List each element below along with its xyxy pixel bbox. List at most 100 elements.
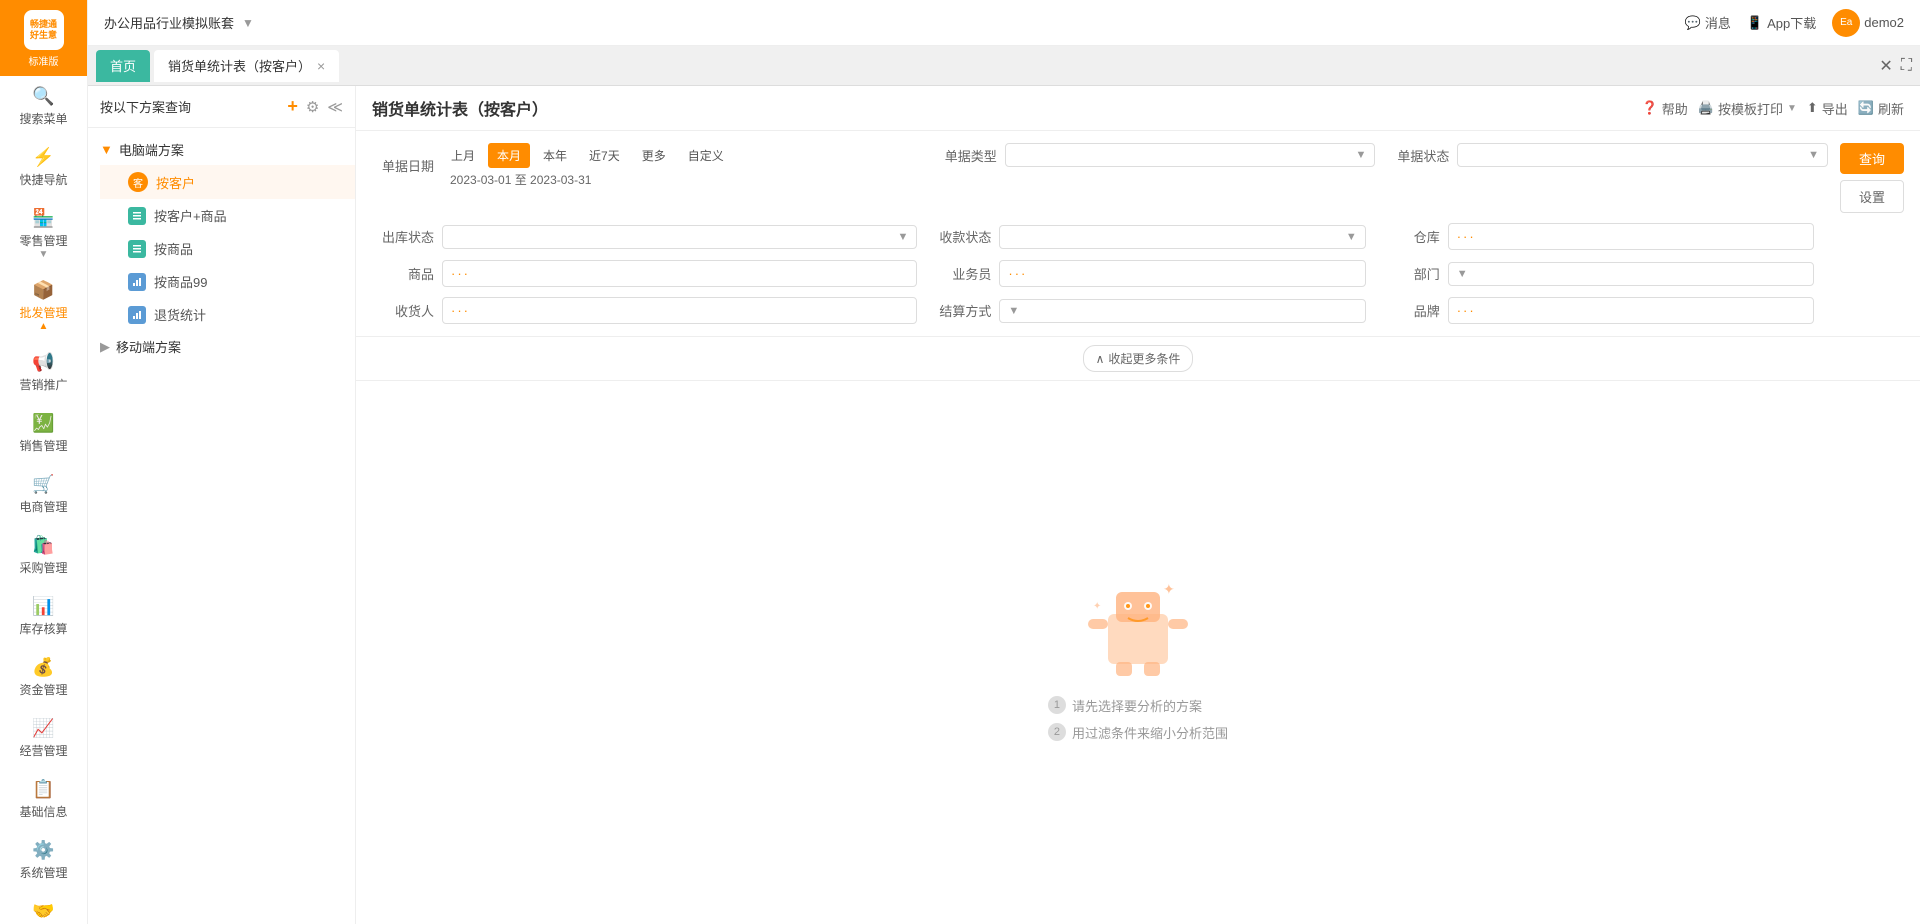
logo-icon: 畅捷通好生意 — [24, 10, 64, 50]
user-avatar-btn[interactable]: Ea demo2 — [1832, 9, 1904, 37]
empty-state: ✦ ✦ 1 请先选择要分析的方案 2 用过滤条件来缩小分析范围 — [356, 381, 1920, 924]
query-buttons: 查询 设置 — [1840, 143, 1904, 213]
close-tab-icon[interactable]: × — [317, 58, 325, 74]
message-icon: 💬 — [1685, 15, 1701, 31]
date-tab-last-7days[interactable]: 近7天 — [580, 143, 629, 168]
out-status-label: 出库状态 — [372, 227, 442, 246]
export-btn[interactable]: ⬆ 导出 — [1807, 99, 1848, 118]
filter-row-1: 单据日期 上月 本月 本年 近7天 更多 自定义 2023-03-01 至 20… — [372, 143, 1904, 213]
sidebar-item-basic[interactable]: 📋 基础信息 — [0, 769, 87, 830]
date-tab-this-month[interactable]: 本月 — [488, 143, 530, 168]
sidebar-item-wholesale[interactable]: 📦 批发管理 ▲ — [0, 270, 87, 342]
tree-group-mobile: ▶ 移动端方案 — [88, 331, 355, 362]
desktop-group-label: 电脑端方案 — [119, 140, 184, 159]
salesperson-label: 业务员 — [929, 264, 999, 283]
tab-home[interactable]: 首页 — [96, 50, 150, 82]
goods-select[interactable]: ··· — [442, 260, 917, 287]
doc-status-label: 单据状态 — [1387, 146, 1457, 165]
collapse-panel-btn[interactable]: ≪ — [327, 98, 343, 116]
date-label: 单据日期 — [372, 156, 442, 175]
tree-item-by-goods-99[interactable]: 按商品99 — [100, 265, 355, 298]
sidebar-item-shortcut[interactable]: ⚡ 快捷导航 — [0, 137, 87, 198]
left-panel-header: 按以下方案查询 + ⚙ ≪ — [88, 86, 355, 128]
query-btn[interactable]: 查询 — [1840, 143, 1904, 174]
empty-tip-2: 2 用过滤条件来缩小分析范围 — [1048, 723, 1228, 742]
add-scheme-btn[interactable]: + — [287, 96, 298, 117]
app-logo[interactable]: 畅捷通好生意 标准版 — [0, 0, 87, 76]
top-header: 办公用品行业模拟账套 ▼ 💬 消息 📱 App下载 Ea demo2 — [88, 0, 1920, 46]
empty-tip-1: 1 请先选择要分析的方案 — [1048, 696, 1228, 715]
tree-item-by-customer[interactable]: 客 按客户 — [100, 165, 355, 199]
settings-btn[interactable]: 设置 — [1840, 180, 1904, 213]
out-status-chevron: ▼ — [898, 231, 909, 243]
tree-expand-icon: ▼ — [100, 142, 113, 157]
by-customer-goods-icon — [128, 207, 146, 225]
tab-home-label: 首页 — [110, 56, 136, 75]
sidebar-item-inventory[interactable]: 📊 库存核算 — [0, 586, 87, 647]
maximize-btn[interactable]: ⛶ — [1901, 57, 1912, 75]
brand-label: 品牌 — [1378, 301, 1448, 320]
wholesale-arrow: ▲ — [39, 321, 49, 332]
tab-report[interactable]: 销货单统计表（按客户） × — [154, 50, 339, 82]
tree-item-by-customer-goods[interactable]: 按客户+商品 — [100, 199, 355, 232]
settings-scheme-btn[interactable]: ⚙ — [306, 98, 319, 116]
sales-icon: 💹 — [32, 413, 54, 434]
date-tab-custom[interactable]: 自定义 — [679, 143, 733, 168]
marketing-icon: 📢 — [32, 352, 54, 373]
warehouse-select[interactable]: ··· — [1448, 223, 1814, 250]
sidebar-item-system[interactable]: ⚙️ 系统管理 — [0, 830, 87, 891]
payment-status-select[interactable]: ▼ — [999, 225, 1365, 249]
header-left: 办公用品行业模拟账套 ▼ — [104, 13, 254, 32]
doc-status-select[interactable]: ▼ — [1457, 143, 1828, 167]
close-window-btn[interactable]: ✕ — [1879, 56, 1892, 76]
header-right: 💬 消息 📱 App下载 Ea demo2 — [1685, 9, 1904, 37]
print-btn[interactable]: 🖨️ 按模板打印 ▼ — [1698, 99, 1797, 118]
by-goods-99-icon — [128, 273, 146, 291]
sidebar-item-purchase[interactable]: 🛍️ 采购管理 — [0, 525, 87, 586]
settlement-select[interactable]: ▼ — [999, 299, 1365, 323]
date-tab-more[interactable]: 更多 — [633, 143, 675, 168]
tip-num-1: 1 — [1048, 696, 1066, 714]
filter-area: 单据日期 上月 本月 本年 近7天 更多 自定义 2023-03-01 至 20… — [356, 131, 1920, 337]
sidebar-item-retail[interactable]: 🏪 零售管理 ▼ — [0, 198, 87, 270]
inventory-icon: 📊 — [32, 596, 54, 617]
collapse-btn[interactable]: ∧ 收起更多条件 — [1083, 345, 1194, 372]
sidebar-item-enterprise[interactable]: 🤝 企业协同 — [0, 891, 87, 924]
content-area: 按以下方案查询 + ⚙ ≪ ▼ 电脑端方案 客 按客户 — [88, 86, 1920, 924]
message-btn[interactable]: 💬 消息 — [1685, 13, 1731, 32]
filter-settlement-group: 结算方式 ▼ — [929, 299, 1365, 323]
tree-group-mobile-header[interactable]: ▶ 移动端方案 — [88, 331, 355, 362]
doc-type-select[interactable]: ▼ — [1005, 143, 1376, 167]
help-btn[interactable]: ❓ 帮助 — [1642, 99, 1688, 118]
refresh-icon: 🔄 — [1858, 100, 1874, 116]
sidebar-item-operations[interactable]: 📈 经营管理 — [0, 708, 87, 769]
doc-type-label: 单据类型 — [935, 146, 1005, 165]
sidebar-item-finance[interactable]: 💰 资金管理 — [0, 647, 87, 708]
print-dropdown-icon[interactable]: ▼ — [1787, 103, 1797, 114]
print-icon: 🖨️ — [1698, 100, 1714, 116]
out-status-select[interactable]: ▼ — [442, 225, 917, 249]
brand-select[interactable]: ··· — [1448, 297, 1814, 324]
consignee-select[interactable]: ··· — [442, 297, 917, 324]
refresh-btn[interactable]: 🔄 刷新 — [1858, 99, 1904, 118]
salesperson-select[interactable]: ··· — [999, 260, 1365, 287]
sidebar-item-marketing[interactable]: 📢 营销推广 — [0, 342, 87, 403]
tree-item-return-stats[interactable]: 退货统计 — [100, 298, 355, 331]
left-panel: 按以下方案查询 + ⚙ ≪ ▼ 电脑端方案 客 按客户 — [88, 86, 356, 924]
sidebar-item-search[interactable]: 🔍 搜索菜单 — [0, 76, 87, 137]
header-dropdown-arrow[interactable]: ▼ — [242, 16, 254, 30]
department-select[interactable]: ▼ — [1448, 262, 1814, 286]
app-download-btn[interactable]: 📱 App下载 — [1747, 13, 1816, 32]
payment-status-chevron: ▼ — [1346, 231, 1357, 243]
date-tab-this-year[interactable]: 本年 — [534, 143, 576, 168]
filter-consignee-group: 收货人 ··· — [372, 297, 917, 324]
tab-bar: 首页 销货单统计表（按客户） × ✕ ⛶ — [88, 46, 1920, 86]
consignee-label: 收货人 — [372, 301, 442, 320]
department-label: 部门 — [1378, 264, 1448, 283]
tree-item-by-goods[interactable]: 按商品 — [100, 232, 355, 265]
date-tab-last-month[interactable]: 上月 — [442, 143, 484, 168]
tree-group-desktop-header[interactable]: ▼ 电脑端方案 — [88, 134, 355, 165]
sidebar-item-sales[interactable]: 💹 销售管理 — [0, 403, 87, 464]
sidebar-item-ecom[interactable]: 🛒 电商管理 — [0, 464, 87, 525]
wholesale-icon: 📦 — [32, 280, 54, 301]
